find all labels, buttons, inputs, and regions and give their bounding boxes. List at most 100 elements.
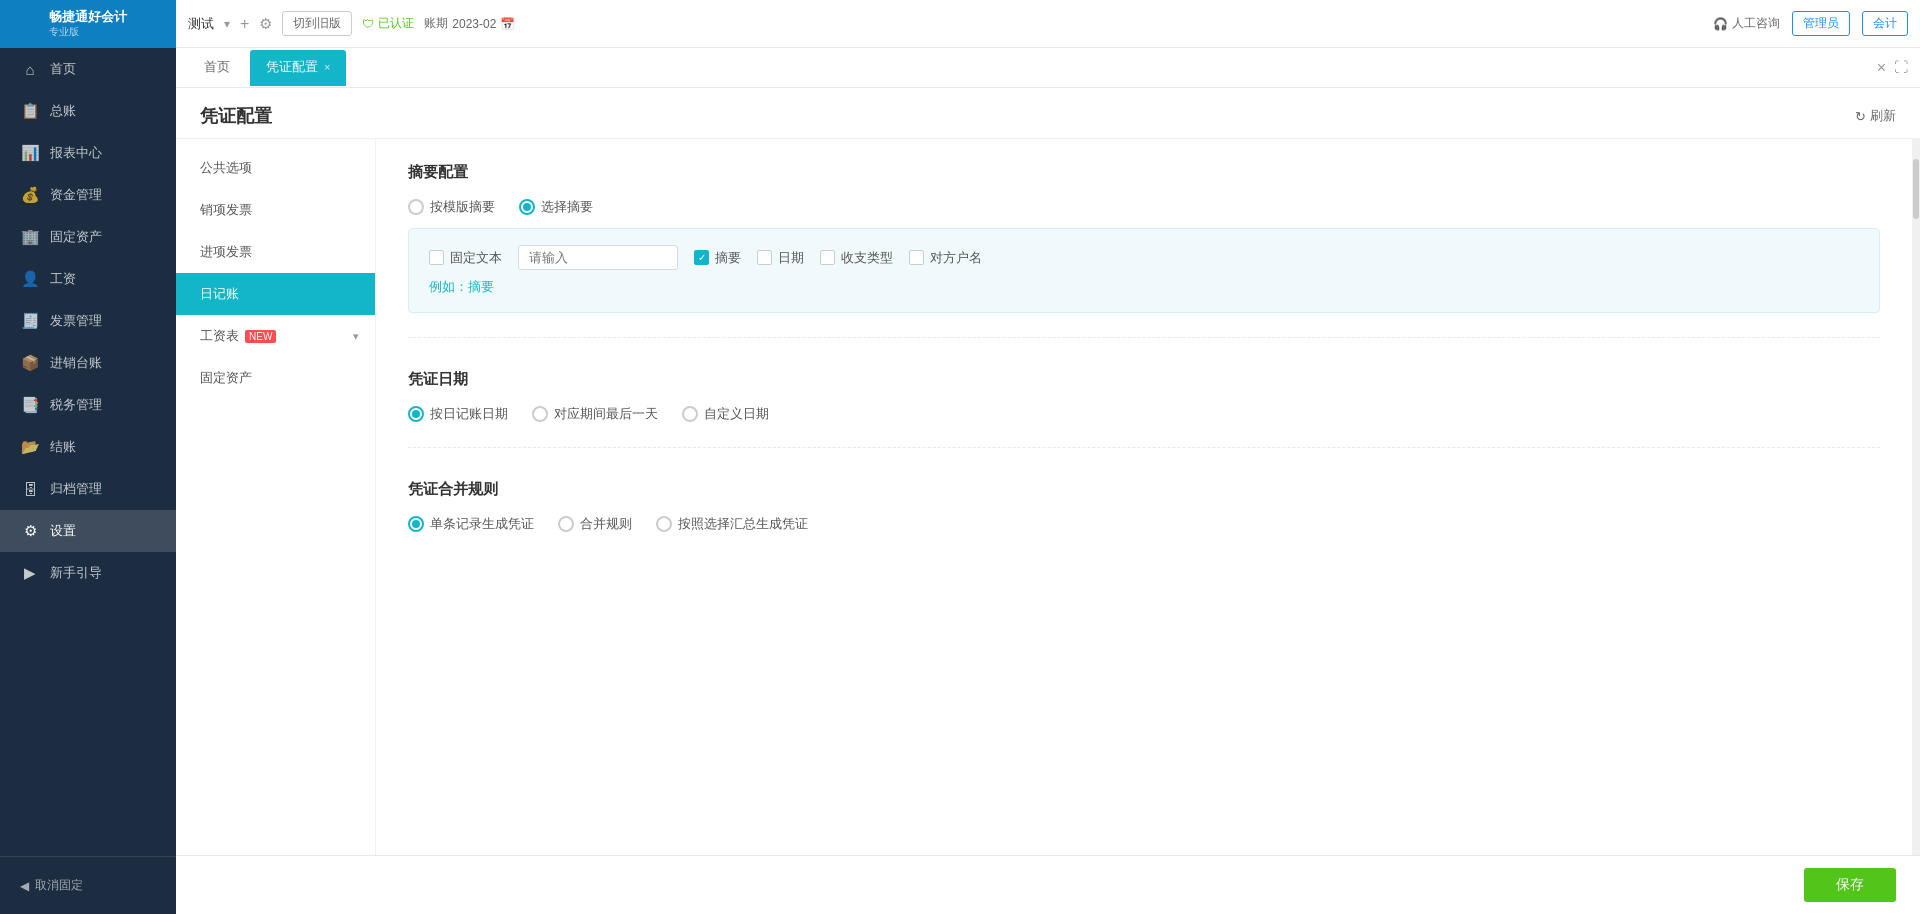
header-right: 🎧 人工咨询 管理员 会计 xyxy=(1713,11,1908,36)
checkbox-date[interactable]: 日期 xyxy=(757,249,804,267)
period-value: 2023-02 xyxy=(452,17,496,31)
checkbox-income-type-label: 收支类型 xyxy=(841,249,893,267)
chevron-down-icon: ▾ xyxy=(353,330,359,343)
example-value: 摘要 xyxy=(468,279,494,294)
header-gear-button[interactable]: ⚙ xyxy=(259,15,272,33)
left-nav-payroll-table[interactable]: 工资表 NEW ▾ xyxy=(176,315,375,357)
radio-by-selection[interactable]: 按照选择汇总生成凭证 xyxy=(656,515,808,533)
tab-home[interactable]: 首页 xyxy=(188,50,246,86)
merge-section: 凭证合并规则 单条记录生成凭证 合并规则 xyxy=(408,480,1880,557)
consult-button[interactable]: 🎧 人工咨询 xyxy=(1713,15,1780,32)
radio-by-selection-label: 按照选择汇总生成凭证 xyxy=(678,515,808,533)
sidebar-item-fund[interactable]: 💰 资金管理 xyxy=(0,174,176,216)
sidebar-item-archive[interactable]: 🗄 归档管理 xyxy=(0,468,176,510)
dropdown-icon[interactable]: ▾ xyxy=(224,17,230,31)
checkbox-fixed-text[interactable]: 固定文本 xyxy=(429,249,502,267)
checkbox-income-type[interactable]: 收支类型 xyxy=(820,249,893,267)
accountant-button[interactable]: 会计 xyxy=(1862,11,1908,36)
inner-layout: 公共选项 销项发票 进项发票 日记账 工资表 NEW xyxy=(176,139,1920,855)
summary-sub-section: 固定文本 ✓ 摘要 日期 xyxy=(408,228,1880,313)
left-nav-sales-invoice[interactable]: 销项发票 xyxy=(176,189,375,231)
checkbox-summary-box: ✓ xyxy=(694,250,709,265)
tab-config[interactable]: 凭证配置 × xyxy=(250,50,346,86)
left-nav-journal-label: 日记账 xyxy=(200,286,239,301)
sidebar-item-sales[interactable]: 📦 进销台账 xyxy=(0,342,176,384)
tab-bar-expand-button[interactable]: ⛶ xyxy=(1894,59,1908,77)
left-nav-purchase-invoice-label: 进项发票 xyxy=(200,244,252,259)
calendar-icon[interactable]: 📅 xyxy=(500,17,515,31)
save-button[interactable]: 保存 xyxy=(1804,868,1896,902)
add-company-button[interactable]: + xyxy=(240,15,249,33)
page-content: 凭证配置 ↻ 刷新 公共选项 销项发票 xyxy=(176,88,1920,914)
scroll-track xyxy=(1912,139,1920,855)
left-nav-purchase-invoice[interactable]: 进项发票 xyxy=(176,231,375,273)
sidebar-scroll: ⌂ 首页 📋 总账 📊 报表中心 💰 资金管理 🏢 固定资产 xyxy=(0,48,176,856)
date-title: 凭证日期 xyxy=(408,370,1880,389)
date-section: 凭证日期 按日记账日期 对应期间最后一天 xyxy=(408,370,1880,448)
sidebar-item-closing[interactable]: 📂 结账 xyxy=(0,426,176,468)
merge-title: 凭证合并规则 xyxy=(408,480,1880,499)
sidebar-item-label: 税务管理 xyxy=(50,396,102,414)
tab-bar-close-button[interactable]: × xyxy=(1877,59,1886,77)
refresh-button[interactable]: ↻ 刷新 xyxy=(1855,107,1896,125)
scroll-thumb[interactable] xyxy=(1913,159,1919,219)
page-footer: 保存 xyxy=(176,855,1920,914)
radio-select-circle xyxy=(519,199,535,215)
sidebar-logo: 畅捷通好会计 专业版 xyxy=(0,0,176,48)
left-nav-public[interactable]: 公共选项 xyxy=(176,147,375,189)
tab-config-label: 凭证配置 xyxy=(266,58,318,76)
invoice-icon: 🧾 xyxy=(20,312,40,330)
checkbox-counterparty-label: 对方户名 xyxy=(930,249,982,267)
certified-badge: 🛡 已认证 xyxy=(362,15,414,32)
tab-close-icon[interactable]: × xyxy=(324,61,330,73)
checkbox-date-label: 日期 xyxy=(778,249,804,267)
radio-select-summary[interactable]: 选择摘要 xyxy=(519,198,593,216)
page-header: 凭证配置 ↻ 刷新 xyxy=(176,88,1920,139)
radio-template-summary[interactable]: 按模版摘要 xyxy=(408,198,495,216)
sidebar-item-label: 进销台账 xyxy=(50,354,102,372)
radio-custom-date[interactable]: 自定义日期 xyxy=(682,405,769,423)
checkbox-counterparty[interactable]: 对方户名 xyxy=(909,249,982,267)
left-nav-journal[interactable]: 日记账 xyxy=(176,273,375,315)
payroll-icon: 👤 xyxy=(20,270,40,288)
admin-button[interactable]: 管理员 xyxy=(1792,11,1850,36)
sidebar-item-ledger[interactable]: 📋 总账 xyxy=(0,90,176,132)
radio-journal-date-label: 按日记账日期 xyxy=(430,405,508,423)
sidebar-item-asset[interactable]: 🏢 固定资产 xyxy=(0,216,176,258)
sidebar-item-guide[interactable]: ▶ 新手引导 xyxy=(0,552,176,594)
asset-icon: 🏢 xyxy=(20,228,40,246)
radio-custom-date-circle xyxy=(682,406,698,422)
summary-title: 摘要配置 xyxy=(408,163,1880,182)
sidebar-item-home[interactable]: ⌂ 首页 xyxy=(0,48,176,90)
company-name: 测试 xyxy=(188,15,214,33)
tab-bar-controls: × ⛶ xyxy=(1877,59,1908,77)
radio-template-label: 按模版摘要 xyxy=(430,198,495,216)
sidebar-item-invoice[interactable]: 🧾 发票管理 xyxy=(0,300,176,342)
fixed-text-input[interactable] xyxy=(518,245,678,270)
report-icon: 📊 xyxy=(20,144,40,162)
page-title: 凭证配置 xyxy=(200,104,272,128)
radio-journal-date[interactable]: 按日记账日期 xyxy=(408,405,508,423)
radio-single[interactable]: 单条记录生成凭证 xyxy=(408,515,534,533)
sidebar-item-label: 首页 xyxy=(50,60,76,78)
cancel-fixed-button[interactable]: ◀ 取消固定 xyxy=(0,867,176,904)
summary-sub-row: 固定文本 ✓ 摘要 日期 xyxy=(429,245,1859,270)
guide-icon: ▶ xyxy=(20,564,40,582)
sidebar-item-label: 固定资产 xyxy=(50,228,102,246)
old-version-button[interactable]: 切到旧版 xyxy=(282,11,352,36)
sidebar-item-label: 总账 xyxy=(50,102,76,120)
sidebar-item-settings[interactable]: ⚙ 设置 xyxy=(0,510,176,552)
sidebar-item-report[interactable]: 📊 报表中心 xyxy=(0,132,176,174)
sidebar-item-payroll[interactable]: 👤 工资 xyxy=(0,258,176,300)
certified-label: 已认证 xyxy=(378,15,414,32)
radio-period-last[interactable]: 对应期间最后一天 xyxy=(532,405,658,423)
left-nav-fixed-asset[interactable]: 固定资产 xyxy=(176,357,375,399)
sidebar-item-label: 发票管理 xyxy=(50,312,102,330)
left-nav-fixed-asset-label: 固定资产 xyxy=(200,370,252,385)
radio-merge-rules[interactable]: 合并规则 xyxy=(558,515,632,533)
right-content: 摘要配置 按模版摘要 选择摘要 xyxy=(376,139,1912,855)
new-badge: NEW xyxy=(245,330,276,343)
checkbox-summary[interactable]: ✓ 摘要 xyxy=(694,249,741,267)
sidebar-item-tax[interactable]: 📑 税务管理 xyxy=(0,384,176,426)
sidebar-item-label: 报表中心 xyxy=(50,144,102,162)
